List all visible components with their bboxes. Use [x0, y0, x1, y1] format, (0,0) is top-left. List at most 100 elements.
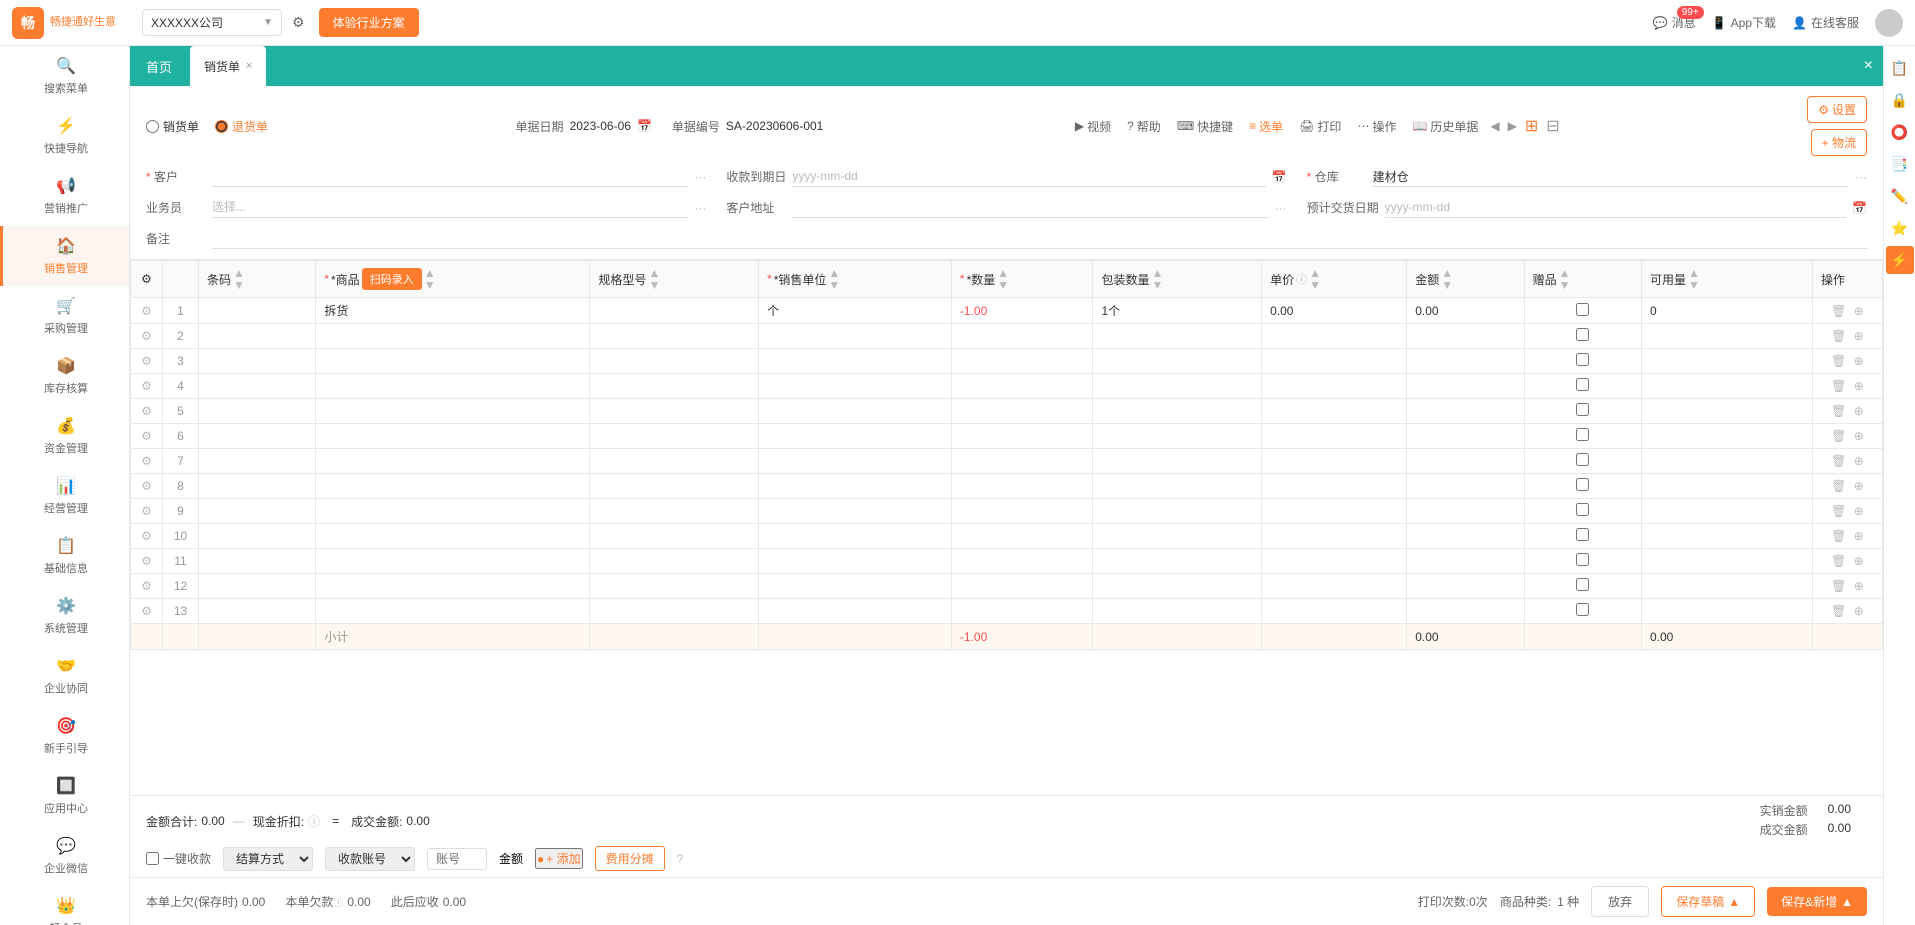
- cell-spec[interactable]: [590, 599, 759, 624]
- delete-icon[interactable]: 🗑: [1831, 454, 1846, 468]
- list-view-icon[interactable]: ⊞: [1525, 116, 1538, 136]
- cell-spec[interactable]: [590, 499, 759, 524]
- gift-checkbox[interactable]: [1576, 303, 1589, 316]
- cell-unit[interactable]: [759, 449, 952, 474]
- cell-product[interactable]: [316, 349, 590, 374]
- customer-input[interactable]: [212, 166, 688, 187]
- cell-qty[interactable]: [951, 449, 1093, 474]
- save-new-button[interactable]: 保存&新增 ▲: [1767, 887, 1867, 916]
- cell-amount[interactable]: [1407, 324, 1524, 349]
- cell-barcode[interactable]: [199, 298, 316, 324]
- cell-spec[interactable]: [590, 574, 759, 599]
- cell-unit[interactable]: [759, 424, 952, 449]
- cell-product[interactable]: [316, 324, 590, 349]
- cell-qty[interactable]: [951, 399, 1093, 424]
- online-service-btn[interactable]: 👤 在线客服: [1792, 14, 1859, 31]
- payment-due-input[interactable]: [792, 166, 1265, 187]
- cell-amount[interactable]: [1407, 374, 1524, 399]
- cell-qty[interactable]: [951, 424, 1093, 449]
- cell-product[interactable]: [316, 424, 590, 449]
- cell-barcode[interactable]: [199, 349, 316, 374]
- cell-barcode[interactable]: [199, 549, 316, 574]
- delete-icon[interactable]: 🗑: [1831, 579, 1846, 593]
- cell-pkg-qty[interactable]: [1093, 599, 1262, 624]
- cell-unit[interactable]: [759, 499, 952, 524]
- sidebar-item-basic-info[interactable]: 📋 基础信息: [0, 526, 129, 586]
- payment-due-cal-icon[interactable]: 📅: [1272, 170, 1287, 184]
- row-gear-icon[interactable]: ⚙: [141, 579, 152, 593]
- delivery-date-cal-icon[interactable]: 📅: [1852, 201, 1867, 215]
- gift-checkbox[interactable]: [1576, 353, 1589, 366]
- sidebar-item-marketing[interactable]: 📢 营销推广: [0, 166, 129, 226]
- row-gear-icon[interactable]: ⚙: [141, 479, 152, 493]
- copy-icon[interactable]: ⊕: [1854, 354, 1864, 368]
- row-gear-icon[interactable]: ⚙: [141, 529, 152, 543]
- cell-amount[interactable]: [1407, 499, 1524, 524]
- gift-checkbox[interactable]: [1576, 553, 1589, 566]
- delete-icon[interactable]: 🗑: [1831, 429, 1846, 443]
- cell-gift[interactable]: [1524, 424, 1641, 449]
- cell-unit[interactable]: [759, 324, 952, 349]
- add-payment-button[interactable]: ● + 添加: [535, 848, 583, 869]
- warehouse-input[interactable]: [1373, 166, 1849, 187]
- delete-icon[interactable]: 🗑: [1831, 504, 1846, 518]
- delete-icon[interactable]: 🗑: [1831, 529, 1846, 543]
- cell-qty[interactable]: [951, 524, 1093, 549]
- tab-close-all-btn[interactable]: ×: [1854, 46, 1883, 86]
- help-btn[interactable]: ? 帮助: [1123, 116, 1165, 137]
- avatar[interactable]: [1875, 9, 1903, 37]
- right-tool-6[interactable]: ⭐: [1886, 214, 1914, 242]
- cell-unit[interactable]: [759, 574, 952, 599]
- col-settings-header[interactable]: ⚙: [131, 261, 163, 298]
- cell-spec[interactable]: [590, 349, 759, 374]
- cell-price[interactable]: [1262, 349, 1407, 374]
- cell-amount[interactable]: 0.00: [1407, 298, 1524, 324]
- expense-split-button[interactable]: 费用分摊: [595, 846, 665, 871]
- cell-qty[interactable]: [951, 574, 1093, 599]
- cell-product[interactable]: [316, 599, 590, 624]
- cell-amount[interactable]: [1407, 524, 1524, 549]
- sidebar-item-guide[interactable]: 🎯 新手引导: [0, 706, 129, 766]
- cell-amount[interactable]: [1407, 599, 1524, 624]
- copy-icon[interactable]: ⊕: [1854, 304, 1864, 318]
- cell-spec[interactable]: [590, 474, 759, 499]
- print-btn[interactable]: 🖨 打印: [1295, 116, 1345, 137]
- cell-unit[interactable]: [759, 524, 952, 549]
- right-tool-7[interactable]: ⚡: [1886, 246, 1914, 274]
- salesman-ellipsis[interactable]: ···: [694, 201, 706, 215]
- cell-pkg-qty[interactable]: [1093, 449, 1262, 474]
- cell-qty[interactable]: [951, 324, 1093, 349]
- cell-price[interactable]: [1262, 599, 1407, 624]
- delete-icon[interactable]: 🗑: [1831, 329, 1846, 343]
- cell-pkg-qty[interactable]: [1093, 424, 1262, 449]
- nav-next-icon[interactable]: ▶: [1508, 119, 1517, 133]
- copy-icon[interactable]: ⊕: [1854, 429, 1864, 443]
- one-click-payment-checkbox[interactable]: [146, 852, 159, 865]
- one-click-payment-label[interactable]: 一键收款: [146, 850, 211, 867]
- cell-product[interactable]: [316, 399, 590, 424]
- copy-icon[interactable]: ⊕: [1854, 504, 1864, 518]
- cell-spec[interactable]: [590, 298, 759, 324]
- cell-unit[interactable]: [759, 399, 952, 424]
- cell-pkg-qty[interactable]: [1093, 324, 1262, 349]
- cell-spec[interactable]: [590, 424, 759, 449]
- salesman-input[interactable]: [212, 197, 688, 218]
- cell-gift[interactable]: [1524, 374, 1641, 399]
- cell-gift[interactable]: [1524, 599, 1641, 624]
- cell-barcode[interactable]: [199, 324, 316, 349]
- cell-product[interactable]: [316, 374, 590, 399]
- radio-return-input[interactable]: [215, 120, 228, 133]
- cell-spec[interactable]: [590, 549, 759, 574]
- cell-barcode[interactable]: [199, 449, 316, 474]
- cell-amount[interactable]: [1407, 549, 1524, 574]
- tab-sales-order[interactable]: 销货单 ×: [190, 46, 266, 86]
- row-gear-icon[interactable]: ⚙: [141, 379, 152, 393]
- sidebar-item-purchase[interactable]: 🛒 采购管理: [0, 286, 129, 346]
- save-draft-button[interactable]: 保存草稿 ▲: [1661, 886, 1755, 917]
- copy-icon[interactable]: ⊕: [1854, 454, 1864, 468]
- cell-gift[interactable]: [1524, 349, 1641, 374]
- cell-product[interactable]: [316, 499, 590, 524]
- customer-ellipsis[interactable]: ···: [694, 170, 706, 184]
- gift-checkbox[interactable]: [1576, 453, 1589, 466]
- cell-pkg-qty[interactable]: [1093, 499, 1262, 524]
